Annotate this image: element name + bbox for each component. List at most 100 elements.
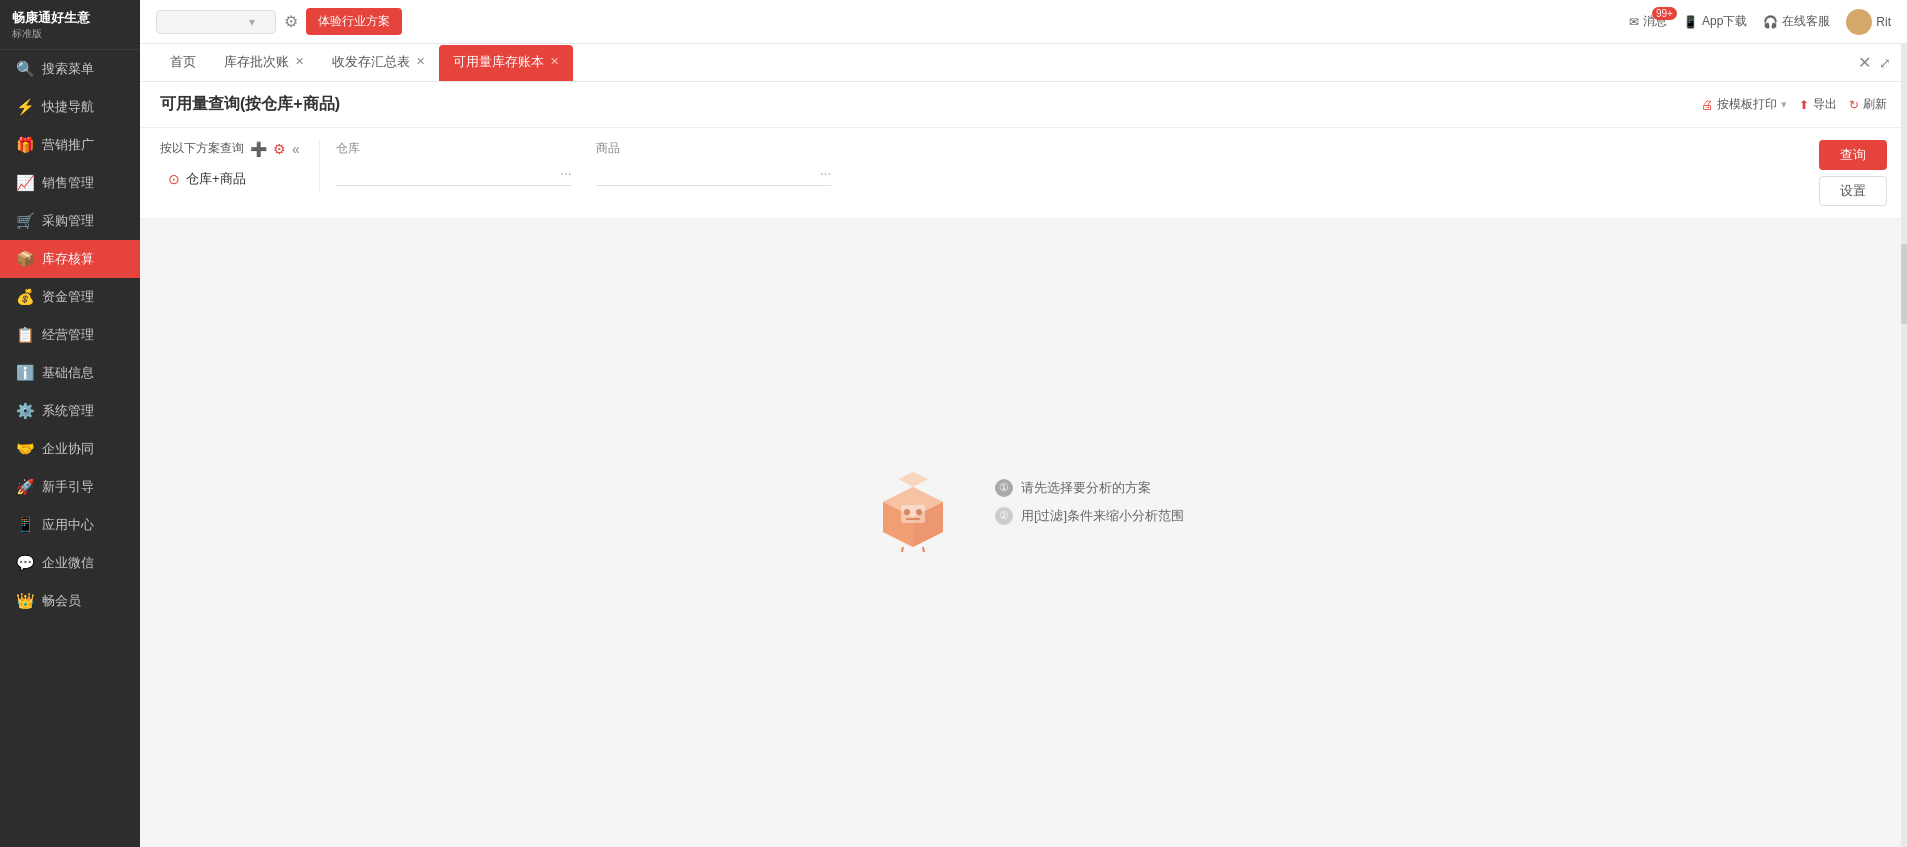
filter-panel: 按以下方案查询 ➕ ⚙ « ⊙ 仓库+商品 仓库 ··· (140, 128, 1907, 219)
sidebar-item-wechat[interactable]: 💬 企业微信 (0, 544, 140, 582)
tabs-bar: 首页 库存批次账 ✕ 收发存汇总表 ✕ 可用量库存账本 ✕ ✕ ⤢ (140, 44, 1907, 82)
svg-rect-8 (906, 518, 920, 520)
goods-input[interactable] (596, 166, 816, 181)
username-label: Rit (1876, 15, 1891, 29)
industry-btn[interactable]: 体验行业方案 (306, 8, 402, 35)
sidebar-item-appcenter[interactable]: 📱 应用中心 (0, 506, 140, 544)
sidebar-label-inventory: 库存核算 (42, 250, 94, 268)
sidebar-label-basic: 基础信息 (42, 364, 94, 382)
topbar-right: ✉ 消息 99+ 📱 App下载 🎧 在线客服 Rit (1629, 9, 1891, 35)
sidebar-scroll: 🔍 搜索菜单 ⚡ 快捷导航 🎁 营销推广 📈 销售管理 🛒 采购管理 📦 库存核… (0, 50, 140, 847)
logo-subtitle: 标准版 (12, 27, 128, 41)
goods-input-wrap: ··· (596, 161, 832, 186)
page-title: 可用量查询(按仓库+商品) (160, 94, 340, 115)
refresh-icon: ↻ (1849, 98, 1859, 112)
tab-label-home: 首页 (170, 53, 196, 71)
sidebar-icon-sales: 📈 (16, 174, 34, 192)
tab-batch[interactable]: 库存批次账 ✕ (210, 45, 318, 81)
sidebar-item-member[interactable]: 👑 畅会员 (0, 582, 140, 620)
tab-label-batch: 库存批次账 (224, 53, 289, 71)
tab-close-available[interactable]: ✕ (550, 55, 559, 68)
sidebar-item-sales[interactable]: 📈 销售管理 (0, 164, 140, 202)
settings-scheme-icon[interactable]: ⚙ (273, 141, 286, 157)
sidebar-icon-wechat: 💬 (16, 554, 34, 572)
mobile-icon: 📱 (1683, 15, 1698, 29)
scrollbar-thumb[interactable] (1901, 244, 1907, 324)
warehouse-field: 仓库 ··· (336, 140, 572, 186)
sidebar-item-enterprise[interactable]: 🤝 企业协同 (0, 430, 140, 468)
sidebar-item-search[interactable]: 🔍 搜索菜单 (0, 50, 140, 88)
sidebar-label-member: 畅会员 (42, 592, 81, 610)
scheme-item-icon: ⊙ (168, 171, 180, 187)
tab-label-summary: 收发存汇总表 (332, 53, 410, 71)
sidebar-label-newguide: 新手引导 (42, 478, 94, 496)
app-download-label: App下载 (1702, 13, 1747, 30)
goods-dots-btn[interactable]: ··· (820, 165, 832, 181)
tab-summary[interactable]: 收发存汇总表 ✕ (318, 45, 439, 81)
sidebar: 畅康通好生意 标准版 🔍 搜索菜单 ⚡ 快捷导航 🎁 营销推广 📈 销售管理 🛒… (0, 0, 140, 847)
sidebar-icon-appcenter: 📱 (16, 516, 34, 534)
svg-marker-4 (898, 472, 928, 487)
sidebar-item-system[interactable]: ⚙️ 系统管理 (0, 392, 140, 430)
sidebar-label-finance: 资金管理 (42, 288, 94, 306)
message-badge: 99+ (1652, 7, 1677, 20)
filter-fields: 仓库 ··· 商品 ··· (336, 140, 1803, 186)
sidebar-item-quicknav[interactable]: ⚡ 快捷导航 (0, 88, 140, 126)
tab-label-available: 可用量库存账本 (453, 53, 544, 71)
sidebar-icon-basic: ℹ️ (16, 364, 34, 382)
app-download-btn[interactable]: 📱 App下载 (1683, 13, 1747, 30)
search-chevron-icon[interactable]: ▾ (249, 15, 255, 29)
sidebar-item-newguide[interactable]: 🚀 新手引导 (0, 468, 140, 506)
add-scheme-icon[interactable]: ➕ (250, 141, 267, 157)
sidebar-icon-system: ⚙️ (16, 402, 34, 420)
warehouse-dots-btn[interactable]: ··· (560, 165, 572, 181)
sidebar-item-basic[interactable]: ℹ️ 基础信息 (0, 354, 140, 392)
export-label: 导出 (1813, 96, 1837, 113)
tip-number-2: ② (995, 507, 1013, 525)
goods-label: 商品 (596, 140, 832, 157)
sidebar-label-system: 系统管理 (42, 402, 94, 420)
sidebar-label-search: 搜索菜单 (42, 60, 94, 78)
collapse-scheme-icon[interactable]: « (292, 141, 300, 157)
sidebar-icon-marketing: 🎁 (16, 136, 34, 154)
user-menu[interactable]: Rit (1846, 9, 1891, 35)
refresh-btn[interactable]: ↻ 刷新 (1849, 96, 1887, 113)
scheme-item-warehouse-goods[interactable]: ⊙ 仓库+商品 (160, 165, 303, 193)
close-window-icon[interactable]: ✕ (1858, 53, 1871, 72)
export-btn[interactable]: ⬆ 导出 (1799, 96, 1837, 113)
tab-home[interactable]: 首页 (156, 45, 210, 81)
goods-field: 商品 ··· (596, 140, 832, 186)
maximize-window-icon[interactable]: ⤢ (1879, 55, 1891, 71)
sidebar-icon-search: 🔍 (16, 60, 34, 78)
sidebar-label-operations: 经营管理 (42, 326, 94, 344)
print-btn[interactable]: 🖨 按模板打印 ▾ (1701, 96, 1787, 113)
sidebar-item-operations[interactable]: 📋 经营管理 (0, 316, 140, 354)
content-area: 可用量查询(按仓库+商品) 🖨 按模板打印 ▾ ⬆ 导出 ↻ 刷新 (140, 82, 1907, 847)
print-chevron-icon[interactable]: ▾ (1781, 98, 1787, 111)
sidebar-item-purchase[interactable]: 🛒 采购管理 (0, 202, 140, 240)
message-btn[interactable]: ✉ 消息 99+ (1629, 13, 1667, 30)
query-btn[interactable]: 查询 (1819, 140, 1887, 170)
sidebar-item-finance[interactable]: 💰 资金管理 (0, 278, 140, 316)
search-input[interactable] (165, 15, 245, 29)
tip-text-1: 请先选择要分析的方案 (1021, 479, 1151, 497)
sidebar-icon-enterprise: 🤝 (16, 440, 34, 458)
empty-tip-2: ② 用[过滤]条件来缩小分析范围 (995, 507, 1184, 525)
tab-close-summary[interactable]: ✕ (416, 55, 425, 68)
sidebar-label-wechat: 企业微信 (42, 554, 94, 572)
headset-icon: 🎧 (1763, 15, 1778, 29)
avatar (1846, 9, 1872, 35)
online-service-btn[interactable]: 🎧 在线客服 (1763, 13, 1830, 30)
filter-settings-btn[interactable]: 设置 (1819, 176, 1887, 206)
online-service-label: 在线客服 (1782, 13, 1830, 30)
topbar: ▾ ⚙ 体验行业方案 ✉ 消息 99+ 📱 App下载 🎧 在线客服 Rit (140, 0, 1907, 44)
sidebar-item-marketing[interactable]: 🎁 营销推广 (0, 126, 140, 164)
tip-number-1: ① (995, 479, 1013, 497)
tab-close-batch[interactable]: ✕ (295, 55, 304, 68)
print-icon: 🖨 (1701, 98, 1713, 112)
settings-icon[interactable]: ⚙ (284, 12, 298, 31)
warehouse-input[interactable] (336, 166, 556, 181)
sidebar-item-inventory[interactable]: 📦 库存核算 (0, 240, 140, 278)
tab-available[interactable]: 可用量库存账本 ✕ (439, 45, 573, 81)
right-scrollbar[interactable] (1901, 44, 1907, 847)
